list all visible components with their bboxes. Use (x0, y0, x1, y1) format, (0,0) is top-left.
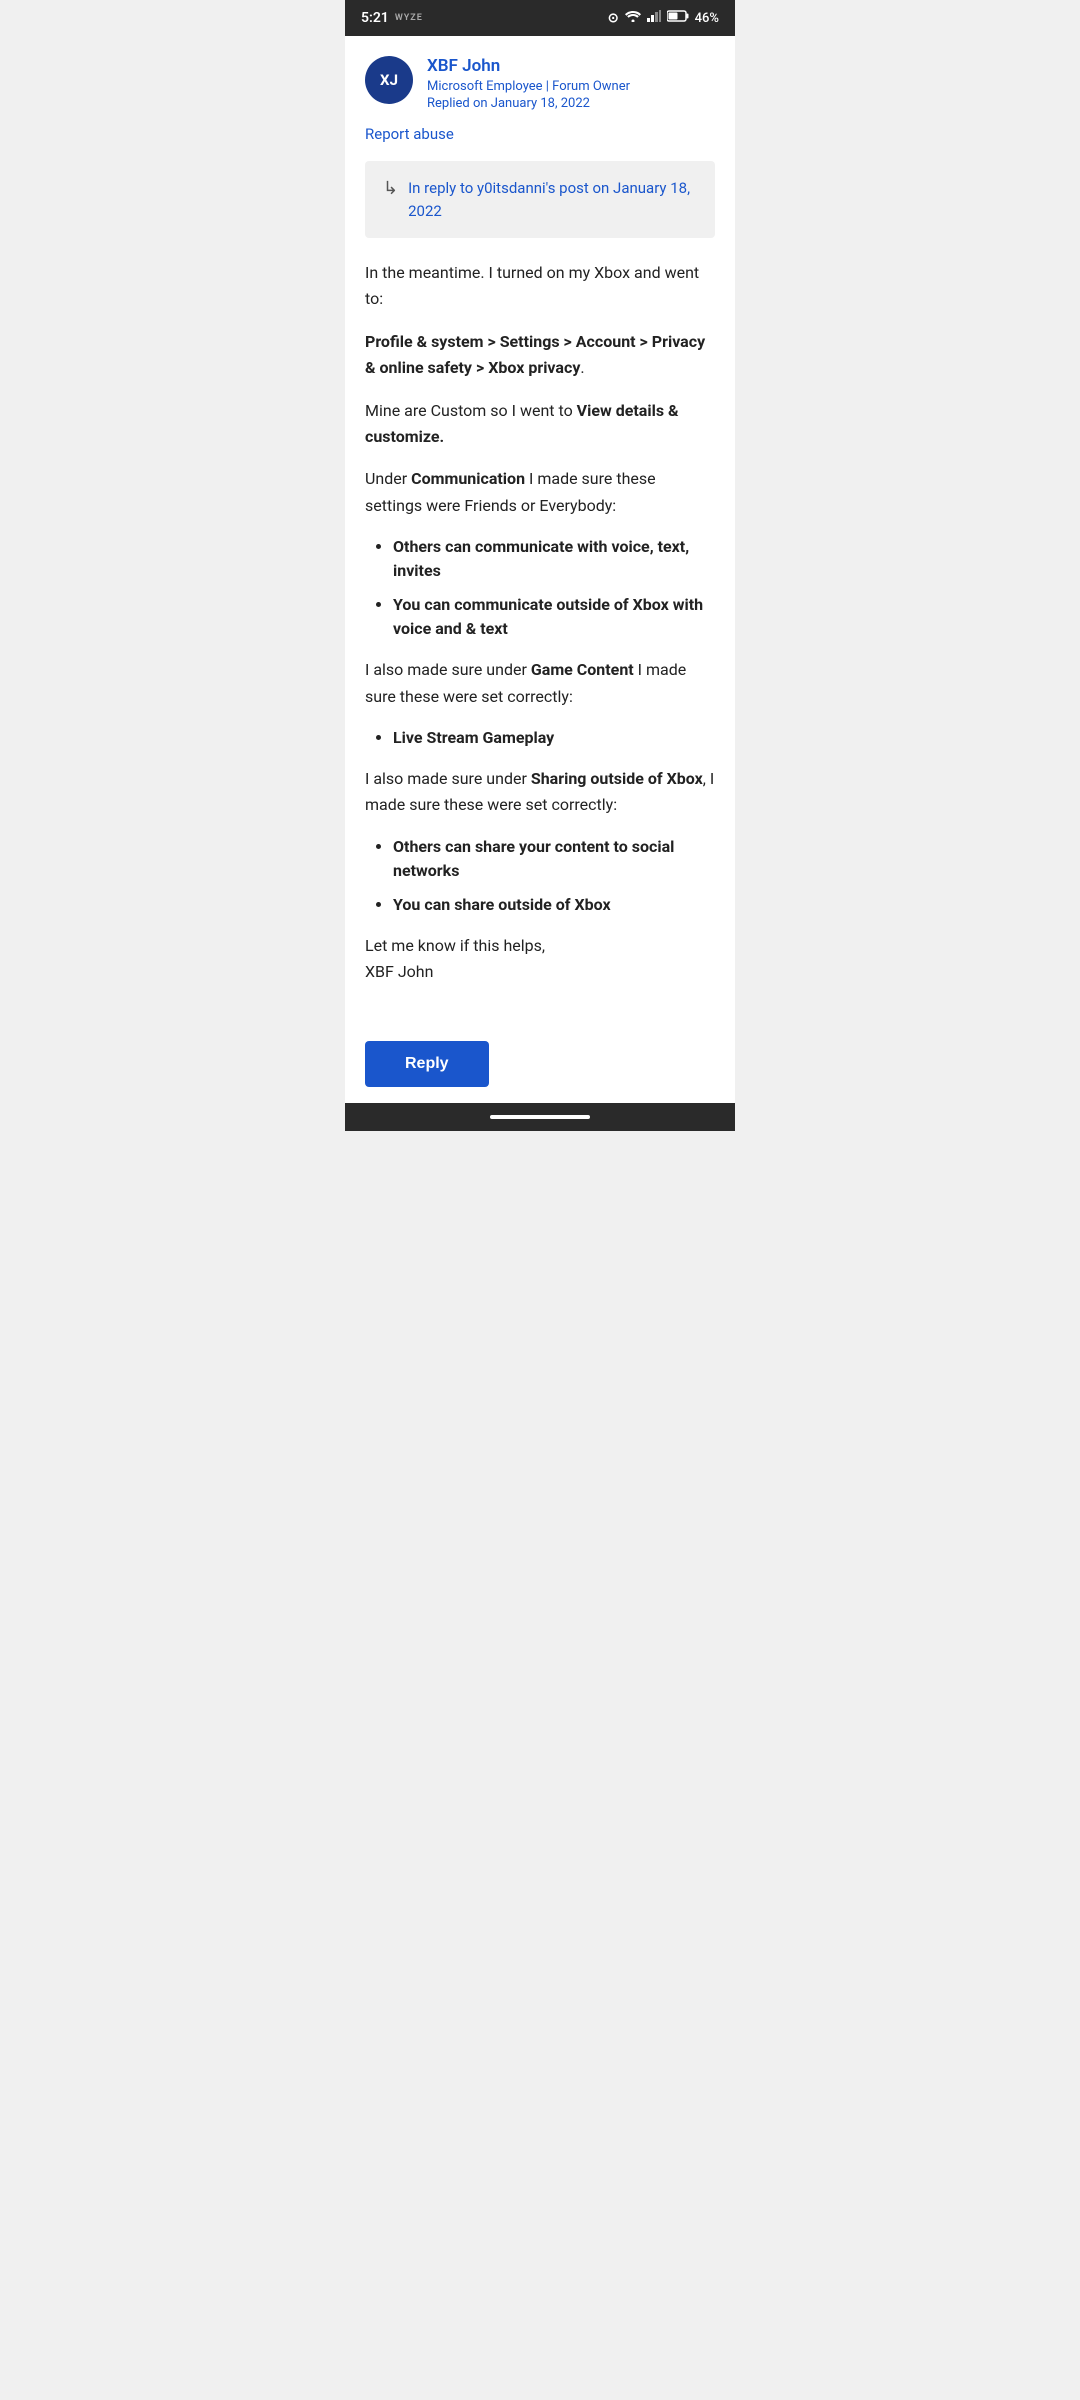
avatar: XJ (365, 56, 413, 104)
body-custom-text: Mine are Custom so I went to View detail… (365, 398, 715, 451)
list-item: You can communicate outside of Xbox with… (393, 593, 715, 641)
body-closing: Let me know if this helps, XBF John (365, 933, 715, 986)
post-body: In the meantime. I turned on my Xbox and… (365, 260, 715, 985)
battery-percentage: 46% (695, 11, 719, 26)
post-card: XJ XBF John Microsoft Employee | Forum O… (345, 36, 735, 1025)
status-bar: 5:21 WYZE ⊙ 46% (345, 0, 735, 36)
main-content: XJ XBF John Microsoft Employee | Forum O… (345, 36, 735, 1103)
sharing-list: Others can share your content to social … (393, 835, 715, 917)
communication-list: Others can communicate with voice, text,… (393, 535, 715, 641)
reply-quote-box: ↳ In reply to y0itsdanni's post on Janua… (365, 161, 715, 238)
bottom-bar (345, 1103, 735, 1131)
avatar-initials: XJ (380, 71, 398, 89)
author-role: Microsoft Employee | Forum Owner (427, 79, 715, 94)
status-right: ⊙ 46% (608, 10, 719, 26)
list-item: Live Stream Gameplay (393, 726, 715, 750)
reply-button-container: Reply (345, 1025, 735, 1103)
list-item: You can share outside of Xbox (393, 893, 715, 917)
reply-quote-text: In reply to y0itsdanni's post on January… (408, 177, 697, 222)
body-game-content-intro: I also made sure under Game Content I ma… (365, 657, 715, 710)
status-left: 5:21 WYZE (361, 10, 423, 26)
wifi-icon (625, 10, 641, 26)
reply-button[interactable]: Reply (365, 1041, 489, 1087)
body-nav-path: Profile & system > Settings > Account > … (365, 329, 715, 382)
reply-arrow-icon: ↳ (383, 178, 398, 199)
game-content-list: Live Stream Gameplay (393, 726, 715, 750)
status-time: 5:21 (361, 10, 389, 26)
list-item: Others can communicate with voice, text,… (393, 535, 715, 583)
reply-quote-inner: ↳ In reply to y0itsdanni's post on Janua… (383, 177, 697, 222)
body-communication-intro: Under Communication I made sure these se… (365, 466, 715, 519)
status-app-name: WYZE (395, 13, 423, 23)
location-icon: ⊙ (608, 11, 619, 26)
body-intro: In the meantime. I turned on my Xbox and… (365, 260, 715, 313)
author-date: Replied on January 18, 2022 (427, 96, 715, 111)
battery-icon (667, 10, 689, 26)
body-sharing-intro: I also made sure under Sharing outside o… (365, 766, 715, 819)
list-item: Others can share your content to social … (393, 835, 715, 883)
signal-icon (647, 10, 661, 26)
body-signature: XBF John (365, 962, 433, 981)
author-name: XBF John (427, 56, 715, 76)
home-indicator (490, 1115, 590, 1119)
author-row: XJ XBF John Microsoft Employee | Forum O… (365, 56, 715, 111)
report-abuse-link[interactable]: Report abuse (365, 125, 715, 143)
author-info: XBF John Microsoft Employee | Forum Owne… (427, 56, 715, 111)
